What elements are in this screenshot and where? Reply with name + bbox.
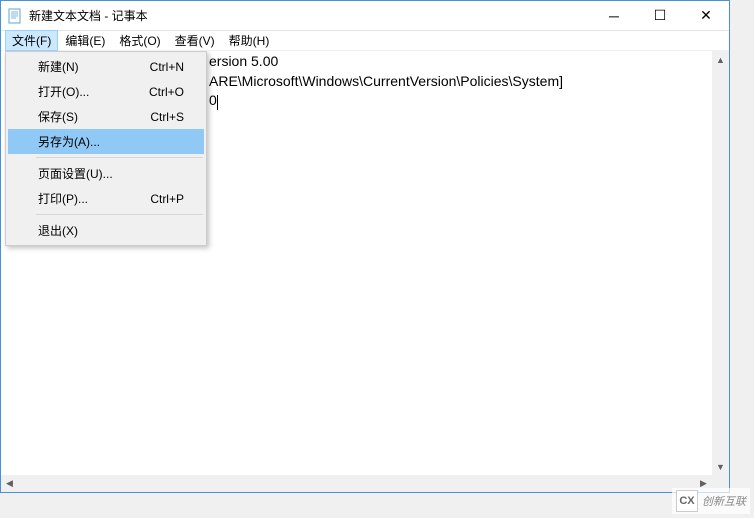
window-controls: ─ ☐ ✕: [591, 1, 729, 30]
menu-entry-shortcut: Ctrl+N: [150, 60, 184, 74]
watermark-text: 创新互联: [702, 493, 746, 509]
menu-entry-label: 另存为(A)...: [38, 133, 100, 150]
menu-page-setup[interactable]: 页面设置(U)...: [8, 161, 204, 186]
scroll-up-icon[interactable]: ▲: [712, 51, 729, 68]
menu-entry-label: 打印(P)...: [38, 190, 88, 207]
menu-save-as[interactable]: 另存为(A)...: [8, 129, 204, 154]
menu-exit[interactable]: 退出(X): [8, 218, 204, 243]
menu-entry-shortcut: Ctrl+S: [150, 110, 184, 124]
titlebar[interactable]: 新建文本文档 - 记事本 ─ ☐ ✕: [1, 1, 729, 31]
titlebar-left: 新建文本文档 - 记事本: [7, 7, 148, 24]
menu-entry-shortcut: Ctrl+O: [149, 85, 184, 99]
vertical-scrollbar[interactable]: ▲ ▼: [712, 51, 729, 475]
menu-print[interactable]: 打印(P)... Ctrl+P: [8, 186, 204, 211]
menu-view[interactable]: 查看(V): [168, 30, 222, 51]
menu-file[interactable]: 文件(F): [5, 30, 58, 51]
maximize-button[interactable]: ☐: [637, 1, 683, 30]
window-title: 新建文本文档 - 记事本: [29, 7, 148, 24]
menu-entry-label: 页面设置(U)...: [38, 165, 113, 182]
scroll-left-icon[interactable]: ◀: [1, 475, 18, 492]
menu-entry-label: 保存(S): [38, 108, 78, 125]
content-area: ersion 5.00 ARE\Microsoft\Windows\Curren…: [1, 51, 729, 492]
menu-open[interactable]: 打开(O)... Ctrl+O: [8, 79, 204, 104]
menu-format[interactable]: 格式(O): [112, 30, 167, 51]
text-cursor: [217, 95, 218, 110]
menu-save[interactable]: 保存(S) Ctrl+S: [8, 104, 204, 129]
menu-entry-label: 新建(N): [38, 58, 79, 75]
menu-entry-label: 退出(X): [38, 222, 78, 239]
menu-help[interactable]: 帮助(H): [222, 30, 277, 51]
horizontal-scrollbar[interactable]: ◀ ▶: [1, 475, 712, 492]
watermark-logo: CX: [676, 490, 698, 512]
minimize-button[interactable]: ─: [591, 1, 637, 30]
menu-separator: [36, 214, 203, 215]
menu-edit[interactable]: 编辑(E): [58, 30, 112, 51]
watermark: CX 创新互联: [672, 488, 750, 514]
file-dropdown-menu: 新建(N) Ctrl+N 打开(O)... Ctrl+O 保存(S) Ctrl+…: [5, 51, 207, 246]
menu-entry-shortcut: Ctrl+P: [150, 192, 184, 206]
menu-new[interactable]: 新建(N) Ctrl+N: [8, 54, 204, 79]
menu-entry-label: 打开(O)...: [38, 83, 89, 100]
close-button[interactable]: ✕: [683, 1, 729, 30]
notepad-icon: [7, 8, 23, 24]
notepad-window: 新建文本文档 - 记事本 ─ ☐ ✕ 文件(F) 编辑(E) 格式(O) 查看(…: [0, 0, 730, 493]
menu-separator: [36, 157, 203, 158]
scroll-down-icon[interactable]: ▼: [712, 458, 729, 475]
menubar: 文件(F) 编辑(E) 格式(O) 查看(V) 帮助(H): [1, 31, 729, 51]
